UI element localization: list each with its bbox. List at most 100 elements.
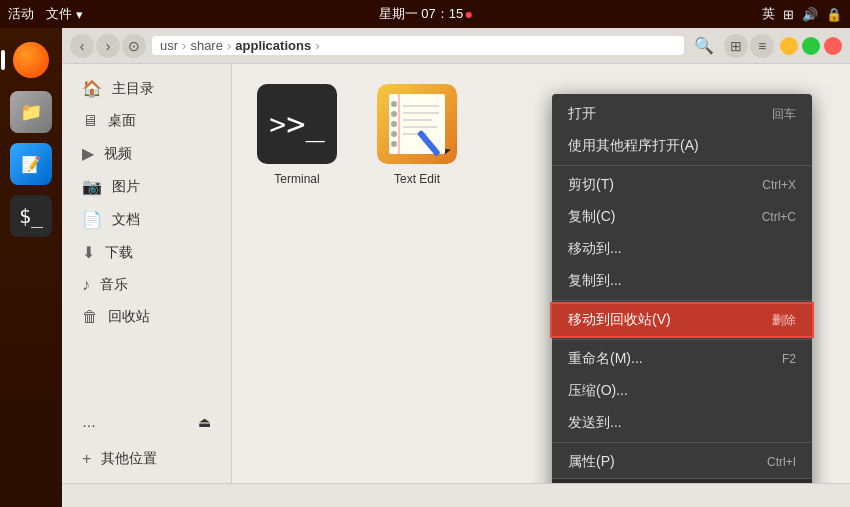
ctx-properties-label: 属性(P) xyxy=(568,453,615,471)
lang-indicator[interactable]: 英 xyxy=(762,5,775,23)
close-button[interactable] xyxy=(824,37,842,55)
sidebar: 🏠 主目录 🖥 桌面 ▶ 视频 📷 图片 📄 文档 xyxy=(62,64,232,483)
activities-button[interactable]: 活动 xyxy=(8,5,34,23)
clock: 星期一 07：15 xyxy=(379,5,472,23)
back-button[interactable]: ‹ xyxy=(70,34,94,58)
sidebar-item-downloads[interactable]: ⬇ 下载 xyxy=(68,237,225,268)
window-controls xyxy=(780,37,842,55)
history-button[interactable]: ⊙ xyxy=(122,34,146,58)
other-icon: + xyxy=(82,450,91,468)
ctx-send-to[interactable]: 发送到... xyxy=(552,407,812,439)
svg-point-7 xyxy=(391,141,397,147)
dock-firefox[interactable] xyxy=(7,36,55,84)
textedit-dock-icon: 📝 xyxy=(21,155,41,174)
nav-buttons: ‹ › ⊙ xyxy=(70,34,146,58)
content-area: 🏠 主目录 🖥 桌面 ▶ 视频 📷 图片 📄 文档 xyxy=(62,64,850,483)
ctx-send-to-label: 发送到... xyxy=(568,414,622,432)
file-item-textedit[interactable]: Text Edit xyxy=(372,84,462,186)
ctx-cut-shortcut: Ctrl+X xyxy=(762,178,796,192)
dock-files[interactable]: 📁 xyxy=(7,88,55,136)
ctx-rename-shortcut: F2 xyxy=(782,352,796,366)
file-item-terminal[interactable]: >_ Terminal xyxy=(252,84,342,186)
ctx-open-shortcut: 回车 xyxy=(772,106,796,123)
app-menu-chevron: ▾ xyxy=(76,7,83,22)
sidebar-label-docs: 文档 xyxy=(112,211,140,229)
ctx-compress[interactable]: 压缩(O)... xyxy=(552,375,812,407)
sidebar-label-desktop: 桌面 xyxy=(108,112,136,130)
dock-terminal[interactable]: $_ xyxy=(7,192,55,240)
network-icon[interactable]: ⊞ xyxy=(783,7,794,22)
sidebar-footer: … ⏏ xyxy=(62,401,231,443)
grid-view-button[interactable]: ⊞ xyxy=(724,34,748,58)
ctx-copy-shortcut: Ctrl+C xyxy=(762,210,796,224)
svg-point-6 xyxy=(391,131,397,137)
textedit-svg xyxy=(377,84,457,164)
home-icon: 🏠 xyxy=(82,79,102,98)
ctx-cut[interactable]: 剪切(T) Ctrl+X xyxy=(552,169,812,201)
ctx-open-label: 打开 xyxy=(568,105,596,123)
ctx-trash[interactable]: 移动到回收站(V) 删除 xyxy=(552,304,812,336)
ctx-copy-label: 复制(C) xyxy=(568,208,615,226)
maximize-button[interactable] xyxy=(802,37,820,55)
svg-point-3 xyxy=(391,101,397,107)
trash-icon: 🗑 xyxy=(82,308,98,326)
sidebar-label-downloads: 下载 xyxy=(105,244,133,262)
ctx-footer: 选中了"Text Editor" (710 字节) xyxy=(552,478,812,483)
user-icon[interactable]: 🔒 xyxy=(826,7,842,22)
terminal-app-icon: >_ xyxy=(257,84,337,164)
ctx-rename[interactable]: 重命名(M)... F2 xyxy=(552,343,812,375)
svg-point-4 xyxy=(391,111,397,117)
volume-icon[interactable]: 🔊 xyxy=(802,7,818,22)
download-icon: ⬇ xyxy=(82,243,95,262)
notification-dot xyxy=(465,12,471,18)
dock-textedit[interactable]: 📝 xyxy=(7,140,55,188)
sidebar-item-music[interactable]: ♪ 音乐 xyxy=(68,270,225,300)
ctx-copy[interactable]: 复制(C) Ctrl+C xyxy=(552,201,812,233)
sidebar-item-trash[interactable]: 🗑 回收站 xyxy=(68,302,225,332)
dock: 📁 📝 $_ xyxy=(0,28,62,507)
sidebar-item-eject[interactable]: ⏏ xyxy=(198,408,211,436)
doc-icon: 📄 xyxy=(82,210,102,229)
sidebar-label-home: 主目录 xyxy=(112,80,154,98)
file-label-textedit: Text Edit xyxy=(394,172,440,186)
file-manager-window: ‹ › ⊙ usr › share › applications › 🔍 ⊞ ≡ xyxy=(62,28,850,507)
titlebar: ‹ › ⊙ usr › share › applications › 🔍 ⊞ ≡ xyxy=(62,28,850,64)
terminal-dock-icon: $_ xyxy=(19,204,43,228)
main-container: 📁 📝 $_ ‹ › ⊙ usr › share xyxy=(0,28,850,507)
sidebar-item-docs[interactable]: 📄 文档 xyxy=(68,204,225,235)
search-button[interactable]: 🔍 xyxy=(690,32,718,60)
breadcrumb-share[interactable]: share xyxy=(190,38,223,53)
ctx-rename-label: 重命名(M)... xyxy=(568,350,643,368)
ctx-trash-shortcut: 删除 xyxy=(772,312,796,329)
sidebar-item-desktop[interactable]: 🖥 桌面 xyxy=(68,106,225,136)
ctx-sep-4 xyxy=(552,442,812,443)
breadcrumb-usr[interactable]: usr xyxy=(160,38,178,53)
ctx-open-with[interactable]: 使用其他程序打开(A) xyxy=(552,130,812,162)
app-menu[interactable]: 文件 ▾ xyxy=(46,5,83,23)
file-label-terminal: Terminal xyxy=(274,172,319,186)
desktop-icon: 🖥 xyxy=(82,112,98,130)
photo-icon: 📷 xyxy=(82,177,102,196)
sidebar-item-other[interactable]: + 其他位置 xyxy=(68,444,225,474)
list-view-button[interactable]: ≡ xyxy=(750,34,774,58)
sidebar-item-more[interactable]: … xyxy=(82,408,96,436)
breadcrumb-applications[interactable]: applications xyxy=(235,38,311,53)
sidebar-label-photos: 图片 xyxy=(112,178,140,196)
sidebar-item-home[interactable]: 🏠 主目录 xyxy=(68,73,225,104)
ctx-compress-label: 压缩(O)... xyxy=(568,382,628,400)
ctx-open[interactable]: 打开 回车 xyxy=(552,98,812,130)
ctx-properties[interactable]: 属性(P) Ctrl+I xyxy=(552,446,812,478)
view-buttons: ⊞ ≡ xyxy=(724,34,774,58)
eject-icon: ⏏ xyxy=(198,414,211,430)
ctx-move-to[interactable]: 移动到... xyxy=(552,233,812,265)
forward-button[interactable]: › xyxy=(96,34,120,58)
sidebar-label-trash: 回收站 xyxy=(108,308,150,326)
ctx-trash-label: 移动到回收站(V) xyxy=(568,311,671,329)
app-menu-label: 文件 xyxy=(46,5,72,23)
ctx-sep-3 xyxy=(552,339,812,340)
ctx-copy-to[interactable]: 复制到... xyxy=(552,265,812,297)
sidebar-item-photos[interactable]: 📷 图片 xyxy=(68,171,225,202)
svg-rect-1 xyxy=(389,94,445,154)
sidebar-item-video[interactable]: ▶ 视频 xyxy=(68,138,225,169)
minimize-button[interactable] xyxy=(780,37,798,55)
